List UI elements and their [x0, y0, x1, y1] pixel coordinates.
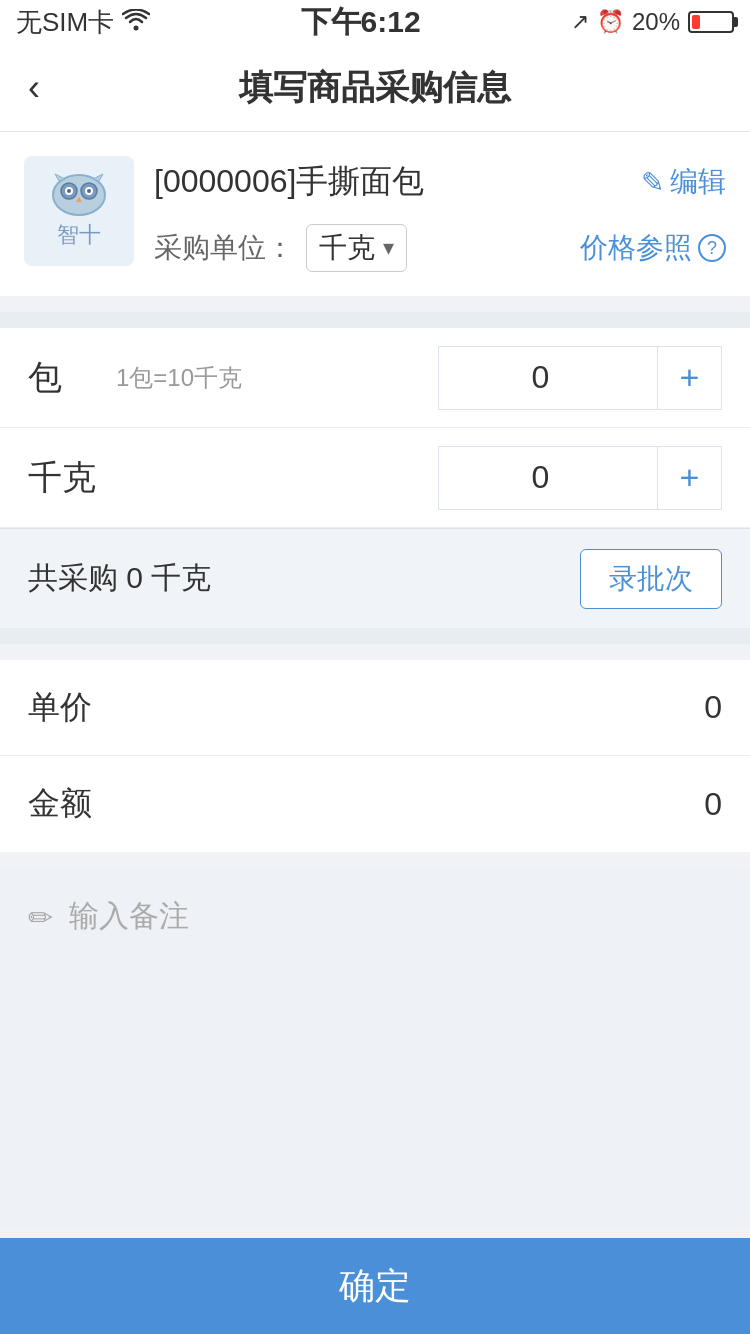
amount-row: 金额 0: [0, 756, 750, 852]
kg-input-wrapper: +: [438, 446, 722, 510]
product-card: 智十 [0000006]手撕面包 ✎ 编辑 采购单位： 千克 ▾ 价格参照: [0, 132, 750, 296]
total-unit: 千克: [151, 561, 211, 594]
bag-input-wrapper: +: [438, 346, 722, 410]
status-bar: 无SIM卡 下午6:12 ↗ ⏰ 20%: [0, 0, 750, 44]
price-ref-label: 价格参照: [580, 229, 692, 267]
product-name: [0000006]手撕面包: [154, 160, 424, 204]
remark-placeholder: 输入备注: [69, 896, 189, 937]
nav-bar: ‹ 填写商品采购信息: [0, 44, 750, 132]
bag-label: 包: [28, 355, 108, 401]
edit-label: 编辑: [670, 163, 726, 201]
unit-price-row: 单价 0: [0, 660, 750, 756]
unit-label: 采购单位：: [154, 229, 294, 267]
price-amount-section: 单价 0 金额 0: [0, 660, 750, 852]
svg-marker-9: [55, 174, 65, 181]
product-image: 智十: [24, 156, 134, 266]
product-id: [0000006]: [154, 163, 296, 199]
section-divider-1: [0, 312, 750, 328]
product-name-text: 手撕面包: [296, 163, 424, 199]
input-section: 包 1包=10千克 + 千克 + 共采购 0 千克 录批次: [0, 328, 750, 628]
battery-percent: 20%: [632, 8, 680, 36]
svg-marker-10: [93, 174, 103, 181]
edit-button[interactable]: ✎ 编辑: [641, 163, 726, 201]
product-name-row: [0000006]手撕面包 ✎ 编辑: [154, 160, 726, 204]
pencil-icon: ✏: [28, 900, 53, 935]
svg-point-1: [53, 175, 105, 215]
confirm-label: 确定: [339, 1262, 411, 1311]
amount-value: 0: [704, 786, 722, 823]
kg-plus-button[interactable]: +: [658, 446, 722, 510]
back-button[interactable]: ‹: [28, 67, 40, 109]
status-time: 下午6:12: [301, 2, 421, 43]
location-icon: ↗: [571, 9, 589, 35]
svg-point-7: [87, 189, 91, 193]
unit-value: 千克: [319, 229, 375, 267]
kg-number-input[interactable]: [438, 446, 658, 510]
confirm-button[interactable]: 确定: [0, 1238, 750, 1334]
page-title: 填写商品采购信息: [239, 65, 511, 111]
chevron-down-icon: ▾: [383, 235, 394, 261]
unit-price-label: 单价: [28, 686, 92, 730]
wifi-icon: [122, 7, 150, 38]
total-label: 共采购: [28, 561, 118, 594]
svg-point-4: [67, 189, 71, 193]
bag-number-input[interactable]: [438, 346, 658, 410]
edit-icon: ✎: [641, 166, 664, 199]
battery-icon: [688, 11, 734, 33]
amount-label: 金额: [28, 782, 92, 826]
owl-brand-text: 智十: [57, 220, 101, 250]
bag-plus-button[interactable]: +: [658, 346, 722, 410]
bag-input-row: 包 1包=10千克 +: [0, 328, 750, 428]
kg-label: 千克: [28, 455, 108, 501]
total-amount: 0: [126, 561, 143, 594]
remark-section[interactable]: ✏ 输入备注: [0, 868, 750, 1228]
total-row: 共采购 0 千克 录批次: [0, 528, 750, 628]
price-ref-button[interactable]: 价格参照 ?: [580, 229, 726, 267]
section-divider-2: [0, 628, 750, 644]
product-info: [0000006]手撕面包 ✎ 编辑 采购单位： 千克 ▾ 价格参照 ?: [154, 156, 726, 272]
owl-logo-icon: [49, 173, 109, 218]
status-left: 无SIM卡: [16, 5, 150, 40]
kg-input-row: 千克 +: [0, 428, 750, 528]
status-right: ↗ ⏰ 20%: [571, 8, 734, 36]
svg-point-0: [134, 25, 139, 30]
unit-select[interactable]: 千克 ▾: [306, 224, 407, 272]
alarm-icon: ⏰: [597, 9, 624, 35]
question-mark-icon: ?: [698, 234, 726, 262]
total-text: 共采购 0 千克: [28, 558, 211, 599]
unit-row: 采购单位： 千克 ▾ 价格参照 ?: [154, 224, 726, 272]
no-sim-text: 无SIM卡: [16, 5, 114, 40]
bag-sub-label: 1包=10千克: [116, 362, 242, 394]
record-batch-button[interactable]: 录批次: [580, 549, 722, 609]
unit-price-value: 0: [704, 689, 722, 726]
